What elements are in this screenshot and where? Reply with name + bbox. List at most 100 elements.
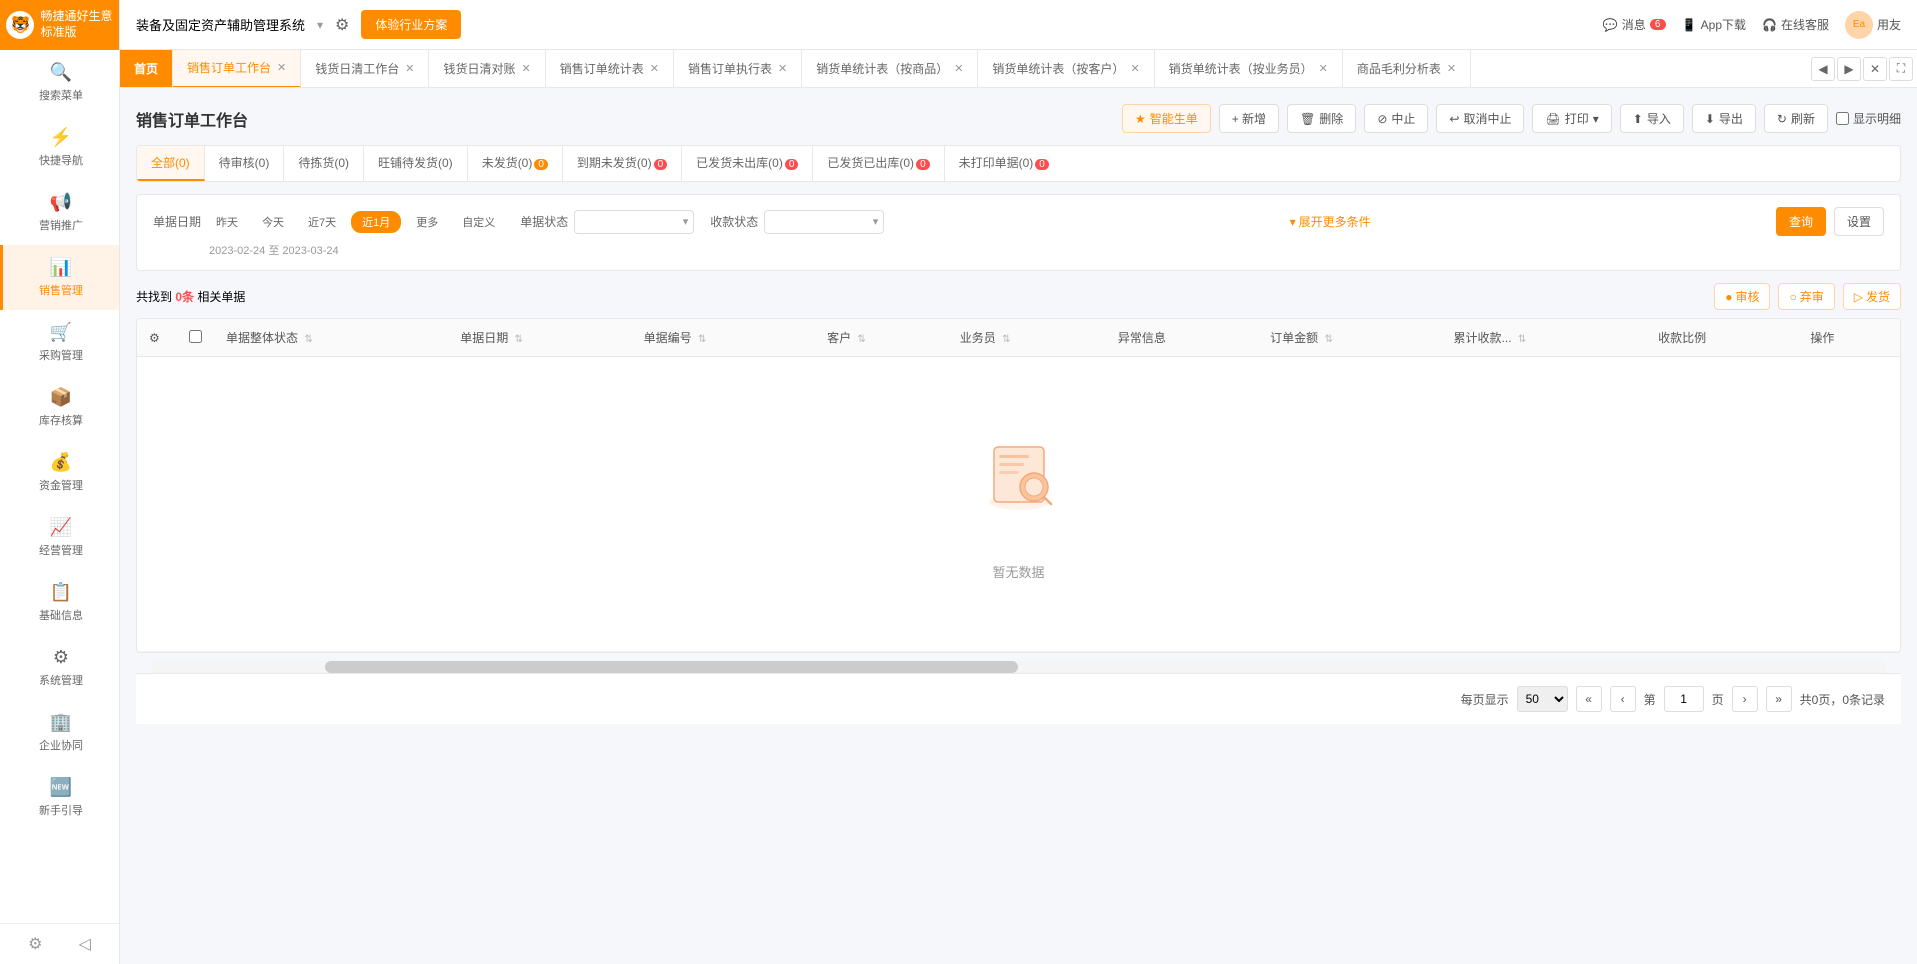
date-option-自定义[interactable]: 自定义 (453, 210, 504, 234)
sort-icon-number[interactable]: ⇅ (698, 334, 706, 345)
sidebar-item-inventory[interactable]: 📦库存核算 (0, 375, 119, 440)
audit-btn[interactable]: ● 审核 (1714, 283, 1770, 310)
expand-conditions-btn[interactable]: ▾ 展开更多条件 (1290, 213, 1371, 230)
close-tab-7[interactable]: ✕ (1130, 62, 1139, 75)
tab-cash-reconcile[interactable]: 钱货日清对账 ✕ (429, 50, 545, 88)
add-btn[interactable]: + 新增 (1219, 104, 1279, 133)
tab-scroll-right[interactable]: ▶ (1837, 57, 1861, 81)
sort-icon-customer[interactable]: ⇅ (857, 334, 865, 345)
filter-tab-8[interactable]: 未打印单据(0)0 (945, 146, 1063, 181)
sidebar-item-purchase[interactable]: 🛒采购管理 (0, 310, 119, 375)
topbar-settings-icon[interactable]: ⚙ (335, 15, 349, 35)
online-service-btn[interactable]: 🎧 在线客服 (1762, 16, 1829, 33)
table-col-amount: 订单金额 ⇅ (1258, 319, 1441, 357)
filter-tab-2[interactable]: 待拣货(0) (284, 146, 364, 181)
smart-create-btn[interactable]: ★ 智能生单 (1122, 104, 1211, 133)
page-input[interactable] (1664, 686, 1704, 712)
sidebar-item-guide[interactable]: 🆕新手引导 (0, 765, 119, 830)
filter-tab-0[interactable]: 全部(0) (137, 146, 205, 181)
tab-sales-stats[interactable]: 销售订单统计表 ✕ (546, 50, 674, 88)
date-option-更多[interactable]: 更多 (407, 210, 447, 234)
prev-page-btn[interactable]: ‹ (1610, 686, 1636, 712)
sidebar-item-basic-info[interactable]: 📋基础信息 (0, 570, 119, 635)
horizontal-scrollbar[interactable] (152, 661, 1885, 673)
app-download-btn[interactable]: 📱 App下载 (1682, 16, 1746, 33)
show-detail-checkbox[interactable] (1836, 112, 1849, 125)
search-icon: 🔍 (50, 62, 72, 83)
settings-bottom-icon[interactable]: ⚙ (28, 934, 42, 954)
tab-fullscreen[interactable]: ⛶ (1889, 57, 1913, 81)
message-btn[interactable]: 💬 消息 6 (1603, 16, 1666, 33)
sidebar-item-finance[interactable]: 💰资金管理 (0, 440, 119, 505)
close-tab-8[interactable]: ✕ (1319, 62, 1328, 75)
close-tab-4[interactable]: ✕ (650, 62, 659, 75)
tab-sales-order-workbench[interactable]: 销售订单工作台 ✕ (173, 50, 301, 88)
close-tab-5[interactable]: ✕ (778, 62, 787, 75)
close-tab-9[interactable]: ✕ (1447, 62, 1456, 75)
sort-icon-salesperson[interactable]: ⇅ (1002, 334, 1010, 345)
table-col-settings[interactable]: ⚙ (137, 319, 177, 357)
filter-tab-label: 待审核(0) (219, 156, 270, 170)
user-menu-btn[interactable]: Ea 用友 (1845, 11, 1901, 39)
refresh-btn[interactable]: ↻ 刷新 (1764, 104, 1828, 133)
pause-btn[interactable]: ⊘ 中止 (1364, 104, 1428, 133)
close-tab-3[interactable]: ✕ (522, 62, 531, 75)
tab-home[interactable]: 首页 (120, 50, 173, 88)
sidebar-item-operations[interactable]: 📈经营管理 (0, 505, 119, 570)
per-page-select[interactable]: 50 10 20 100 (1517, 686, 1568, 712)
date-option-近1月[interactable]: 近1月 (351, 211, 401, 233)
filter-tab-6[interactable]: 已发货未出库(0)0 (682, 146, 813, 181)
scrollbar-thumb[interactable] (325, 661, 1018, 673)
tab-sales-customer[interactable]: 销货单统计表（按客户） ✕ (978, 50, 1154, 88)
last-page-btn[interactable]: » (1766, 686, 1792, 712)
query-btn[interactable]: 查询 (1776, 207, 1826, 236)
settings-btn[interactable]: 设置 (1834, 207, 1884, 236)
delete-btn[interactable]: 🗑 删除 (1287, 104, 1356, 133)
close-tab-2[interactable]: ✕ (405, 62, 414, 75)
filter-tab-3[interactable]: 旺铺待发货(0) (364, 146, 468, 181)
tab-sales-exec[interactable]: 销售订单执行表 ✕ (674, 50, 802, 88)
date-option-昨天[interactable]: 昨天 (207, 210, 247, 234)
sidebar-item-marketing[interactable]: 📢营销推广 (0, 180, 119, 245)
tab-gross-margin[interactable]: 商品毛利分析表 ✕ (1343, 50, 1471, 88)
first-page-btn[interactable]: « (1576, 686, 1602, 712)
next-page-btn[interactable]: › (1732, 686, 1758, 712)
filter-tab-label: 已发货已出库(0) (827, 156, 914, 170)
sort-icon-amount[interactable]: ⇅ (1324, 334, 1332, 345)
date-option-今天[interactable]: 今天 (253, 210, 293, 234)
import-btn[interactable]: ⬆ 导入 (1620, 104, 1684, 133)
tab-sales-goods[interactable]: 销货单统计表（按商品） ✕ (802, 50, 978, 88)
sidebar-item-sales[interactable]: 📊销售管理 (0, 245, 119, 310)
tab-scroll-left[interactable]: ◀ (1811, 57, 1835, 81)
sort-icon-date[interactable]: ⇅ (515, 334, 523, 345)
sort-icon-status[interactable]: ⇅ (304, 334, 312, 345)
filter-tab-5[interactable]: 到期未发货(0)0 (563, 146, 682, 181)
sidebar-item-search[interactable]: 🔍搜索菜单 (0, 50, 119, 115)
ship-btn[interactable]: ▷ 发货 (1843, 283, 1901, 310)
tab-sales-person[interactable]: 销货单统计表（按业务员） ✕ (1155, 50, 1343, 88)
industry-solution-btn[interactable]: 体验行业方案 (361, 10, 461, 39)
system-title-arrow[interactable]: ▾ (317, 18, 323, 32)
sidebar-item-quick-nav[interactable]: ⚡快捷导航 (0, 115, 119, 180)
cancel-pause-btn[interactable]: ↩ 取消中止 (1436, 104, 1524, 133)
close-tab-6[interactable]: ✕ (954, 62, 963, 75)
select-all-checkbox[interactable] (189, 330, 202, 343)
cancel-audit-btn[interactable]: ○ 弃审 (1778, 283, 1834, 310)
sort-icon-collected[interactable]: ⇅ (1518, 334, 1526, 345)
payment-select[interactable] (764, 210, 884, 234)
date-option-近7天[interactable]: 近7天 (299, 210, 345, 234)
collapse-icon[interactable]: ◁ (79, 934, 91, 954)
status-select[interactable] (574, 210, 694, 234)
filter-tab-4[interactable]: 未发货(0)0 (468, 146, 563, 181)
tab-cash-clear[interactable]: 钱货日清工作台 ✕ (301, 50, 429, 88)
filter-tab-1[interactable]: 待审核(0) (205, 146, 285, 181)
tab-close-all[interactable]: ✕ (1863, 57, 1887, 81)
sidebar-item-enterprise[interactable]: 🏢企业协同 (0, 700, 119, 765)
print-btn[interactable]: 🖨 打印 ▾ (1532, 104, 1611, 133)
table-col-checkbox[interactable] (177, 319, 214, 357)
export-btn[interactable]: ⬇ 导出 (1692, 104, 1756, 133)
sidebar-item-system[interactable]: ⚙系统管理 (0, 635, 119, 700)
show-detail-label[interactable]: 显示明细 (1836, 110, 1901, 127)
close-tab-1[interactable]: ✕ (277, 61, 286, 74)
filter-tab-7[interactable]: 已发货已出库(0)0 (813, 146, 944, 181)
